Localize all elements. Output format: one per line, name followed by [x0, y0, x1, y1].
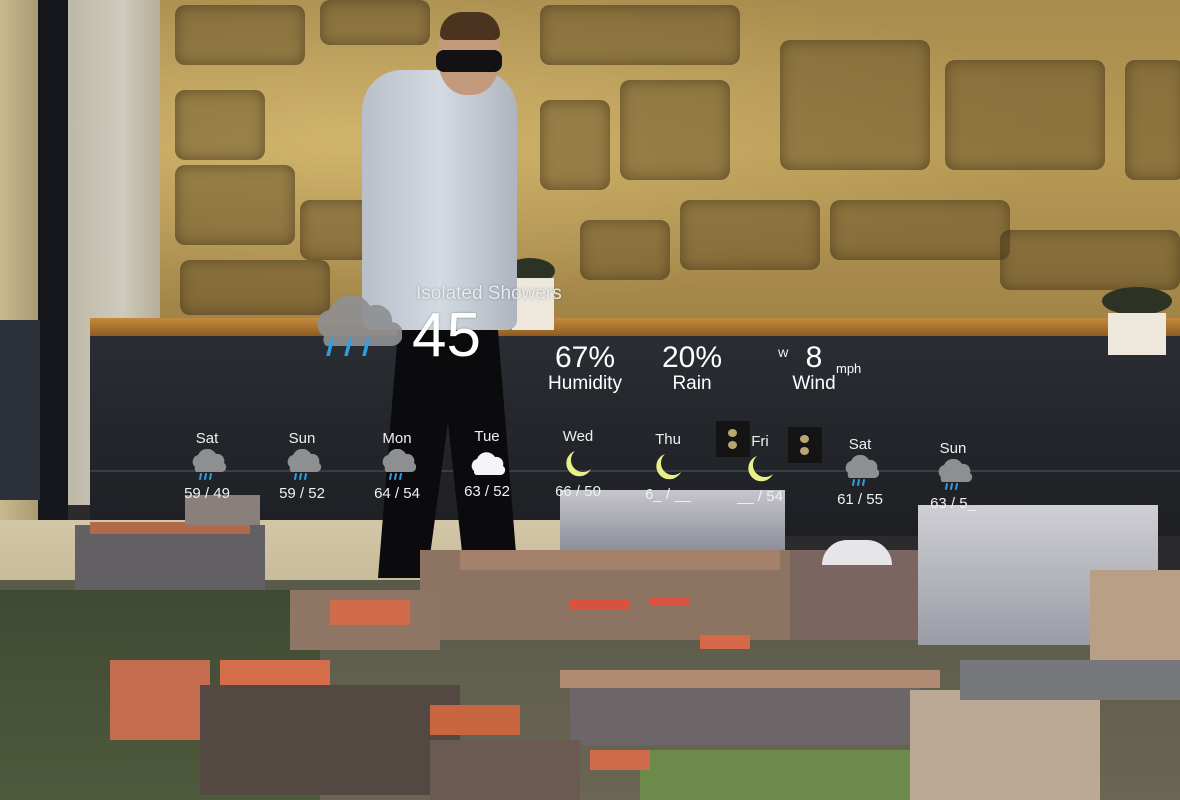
rain-cloud-icon	[933, 458, 973, 491]
moon-icon	[558, 447, 598, 479]
forecast-day: Fri __ / 54	[715, 433, 805, 505]
humidity-stat: 67% Humidity	[530, 343, 640, 395]
forecast-day: Mon 64 / 54	[352, 430, 442, 502]
wind-unit: mph	[836, 361, 862, 376]
forecast-temps: 64 / 54	[374, 485, 420, 502]
forecast-temps: 66 / 50	[555, 483, 601, 500]
rain-cloud-icon	[282, 448, 322, 481]
rain-cloud-icon	[187, 448, 227, 481]
forecast-day: Sun 63 / 5_	[908, 440, 998, 512]
moon-icon	[648, 450, 688, 482]
current-temperature: 45	[412, 301, 481, 370]
rain-cloud-icon	[317, 296, 402, 356]
forecast-day-label: Sat	[848, 436, 872, 453]
humidity-value: 67%	[554, 341, 616, 374]
forecast-day-label: Tue	[474, 428, 500, 445]
rain-cloud-icon	[377, 448, 417, 481]
forecast-day-label: Sun	[288, 430, 316, 447]
rain-stat: 20% Rain	[637, 343, 747, 395]
forecast-day: Sun 59 / 52	[257, 430, 347, 502]
rain-label: Rain	[672, 373, 712, 394]
forecast-day: Tue 63 / 52	[442, 428, 532, 500]
humidity-label: Humidity	[548, 373, 622, 394]
forecast-temps: 63 / 5_	[930, 495, 976, 512]
forecast-day-label: Sun	[939, 440, 967, 457]
forecast-day-label: Mon	[382, 430, 412, 447]
mixed-reality-scene: Isolated Showers 45 67% Humidity 20% Rai…	[0, 0, 1180, 800]
weather-hologram[interactable]: Isolated Showers 45 67% Humidity 20% Rai…	[0, 0, 1180, 800]
rain-value: 20%	[661, 341, 723, 374]
forecast-temps: 59 / 52	[279, 485, 325, 502]
forecast-day-label: Fri	[751, 433, 769, 450]
forecast-day: Wed 66 / 50	[533, 428, 623, 500]
forecast-day: Sat 61 / 55	[815, 436, 905, 508]
forecast-temps: 6_ / __	[645, 486, 691, 503]
wind-direction: W	[778, 348, 789, 360]
rain-cloud-icon	[840, 454, 880, 487]
forecast-day-label: Wed	[562, 428, 594, 445]
wind-label: Wind	[792, 373, 836, 394]
forecast-day-label: Sat	[195, 430, 219, 447]
forecast-temps: 59 / 49	[184, 485, 230, 502]
cloud-icon	[467, 447, 507, 479]
forecast-day: Sat 59 / 49	[162, 430, 252, 502]
forecast-temps: __ / 54	[737, 488, 783, 505]
forecast-day: Thu 6_ / __	[623, 431, 713, 503]
moon-icon	[740, 452, 780, 484]
forecast-temps: 61 / 55	[837, 491, 883, 508]
forecast-temps: 63 / 52	[464, 483, 510, 500]
forecast-day-label: Thu	[655, 431, 681, 448]
